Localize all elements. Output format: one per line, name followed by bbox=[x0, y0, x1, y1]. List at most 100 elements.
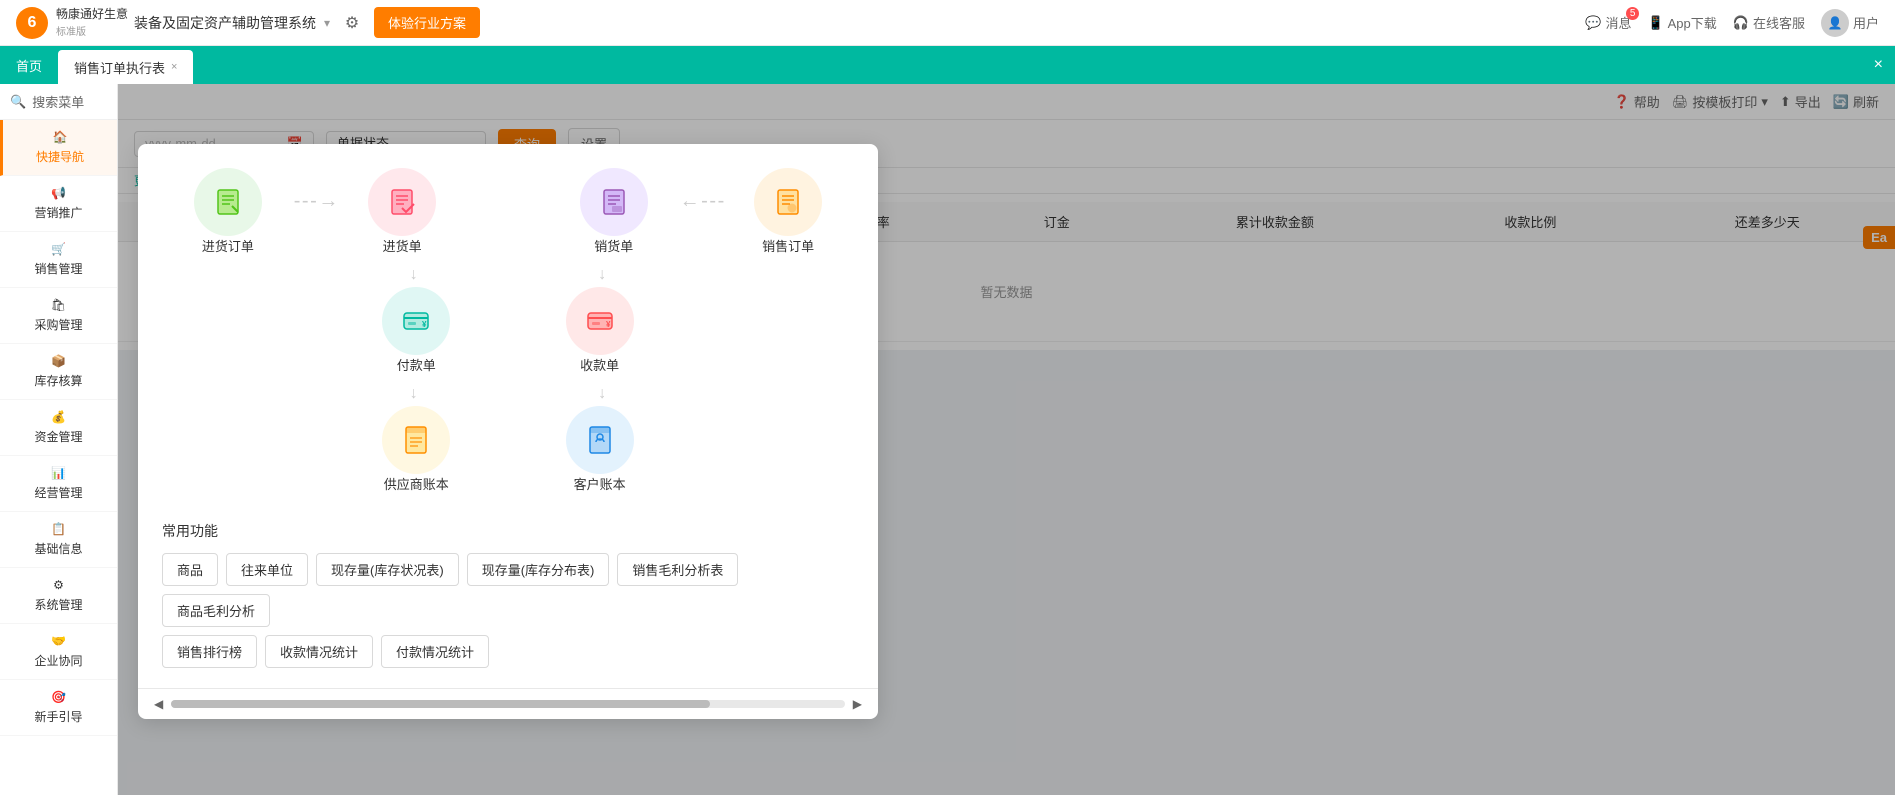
active-tab-label: 销售订单执行表 bbox=[74, 58, 165, 77]
operations-icon: 📊 bbox=[51, 466, 66, 480]
modal-overlay: 进货订单 - - - → bbox=[118, 84, 1895, 795]
purchase-order-label: 进货订单 bbox=[202, 236, 254, 255]
common-btn-receipt-stat[interactable]: 收款情况统计 bbox=[265, 635, 373, 668]
online-service-label: 在线客服 bbox=[1753, 13, 1805, 32]
common-buttons: 商品 往来单位 现存量(库存状况表) 现存量(库存分布表) 销售毛利分析表 商品… bbox=[162, 553, 854, 627]
message-action[interactable]: 💬 消息 5 bbox=[1585, 13, 1631, 32]
sidebar: 🔍 搜索菜单 🏠 快捷导航 📢 营销推广 🛒 销售管理 🛍 采购管理 📦 bbox=[0, 84, 118, 795]
online-service-action[interactable]: 🎧 在线客服 bbox=[1733, 13, 1805, 32]
common-btn-partner[interactable]: 往来单位 bbox=[226, 553, 308, 586]
tab-bar: 首页 销售订单执行表 × × bbox=[0, 46, 1895, 84]
receipt-order-circle[interactable]: ¥ bbox=[566, 287, 634, 355]
common-btn-stock-dist[interactable]: 现存量(库存分布表) bbox=[467, 553, 610, 586]
sidebar-label-system: 系统管理 bbox=[34, 596, 82, 613]
message-badge: 5 bbox=[1626, 7, 1640, 20]
modal-scroll-bar: ◀ ▶ bbox=[138, 688, 878, 719]
logo-icon: 6 bbox=[16, 7, 48, 39]
customer-account-label: 客户账本 bbox=[574, 474, 626, 493]
flow-customer-account: 客户账本 bbox=[566, 406, 634, 493]
supplier-account-circle[interactable] bbox=[382, 406, 450, 474]
experience-button[interactable]: 体验行业方案 bbox=[374, 7, 480, 38]
sidebar-label-operations: 经营管理 bbox=[34, 484, 82, 501]
sales-bill-label: 销货单 bbox=[594, 236, 633, 255]
sidebar-item-enterprise[interactable]: 🤝 企业协同 bbox=[0, 624, 117, 680]
flow-supplier-account: 供应商账本 bbox=[382, 406, 450, 493]
payment-order-label: 付款单 bbox=[397, 355, 436, 374]
system-name: 装备及固定资产辅助管理系统 bbox=[134, 13, 316, 33]
user-name: 用户 bbox=[1853, 13, 1879, 32]
app-wrapper: 6 畅康通好生意 标准版 装备及固定资产辅助管理系统 ▾ ⚙ 体验行业方案 💬 … bbox=[0, 0, 1895, 795]
common-buttons-row2: 销售排行榜 收款情况统计 付款情况统计 bbox=[162, 635, 854, 668]
flow-purchase-bill: 进货单 bbox=[368, 168, 436, 255]
flow-purchase-order: 进货订单 bbox=[194, 168, 262, 255]
sidebar-item-operations[interactable]: 📊 经营管理 bbox=[0, 456, 117, 512]
sales-order-circle[interactable] bbox=[754, 168, 822, 236]
arrow-down-pb: ↓ bbox=[374, 263, 454, 287]
sidebar-item-marketing[interactable]: 📢 营销推广 bbox=[0, 176, 117, 232]
flow-area: 进货订单 - - - → bbox=[138, 144, 878, 521]
headset-icon: 🎧 bbox=[1733, 15, 1749, 31]
sales-bill-circle[interactable] bbox=[580, 168, 648, 236]
sidebar-item-purchase[interactable]: 🛍 采购管理 bbox=[0, 288, 117, 344]
sidebar-label-enterprise: 企业协同 bbox=[34, 652, 82, 669]
scroll-track[interactable] bbox=[171, 700, 845, 708]
common-section: 常用功能 商品 往来单位 现存量(库存状况表) 现存量(库存分布表) 销售毛利分… bbox=[138, 521, 878, 688]
common-btn-payment-stat[interactable]: 付款情况统计 bbox=[381, 635, 489, 668]
sidebar-item-inventory[interactable]: 📦 库存核算 bbox=[0, 344, 117, 400]
flow-payment-order: ¥ 付款单 bbox=[382, 287, 450, 374]
purchase-icon: 🛍 bbox=[51, 298, 66, 312]
system-dropdown-icon[interactable]: ▾ bbox=[324, 16, 330, 30]
sidebar-label-sales: 销售管理 bbox=[34, 260, 82, 277]
tab-close-icon[interactable]: × bbox=[171, 61, 177, 73]
modal-box: 进货订单 - - - → bbox=[138, 144, 878, 719]
common-btn-sales-rank[interactable]: 销售排行榜 bbox=[162, 635, 257, 668]
flow-receipt-order: ¥ 收款单 bbox=[566, 287, 634, 374]
common-btn-product[interactable]: 商品 bbox=[162, 553, 218, 586]
sidebar-item-newbie[interactable]: 🎯 新手引导 bbox=[0, 680, 117, 736]
enterprise-icon: 🤝 bbox=[51, 634, 66, 648]
sales-icon: 🛒 bbox=[51, 242, 66, 256]
home-tab-label: 首页 bbox=[16, 56, 42, 75]
finance-icon: 💰 bbox=[51, 410, 66, 424]
common-btn-stock-status[interactable]: 现存量(库存状况表) bbox=[316, 553, 459, 586]
scroll-left-arrow[interactable]: ◀ bbox=[154, 697, 163, 711]
purchase-bill-label: 进货单 bbox=[383, 236, 422, 255]
system-icon: ⚙ bbox=[53, 578, 64, 592]
purchase-bill-circle[interactable] bbox=[368, 168, 436, 236]
settings-icon[interactable]: ⚙ bbox=[338, 9, 366, 37]
tab-home[interactable]: 首页 bbox=[0, 46, 58, 84]
arrow-po-pb: - - - → bbox=[294, 190, 337, 233]
sidebar-item-sales[interactable]: 🛒 销售管理 bbox=[0, 232, 117, 288]
purchase-order-circle[interactable] bbox=[194, 168, 262, 236]
top-bar-right: 💬 消息 5 📱 App下载 🎧 在线客服 👤 用户 bbox=[1585, 9, 1879, 37]
sidebar-label-purchase: 采购管理 bbox=[34, 316, 82, 333]
search-label: 搜索菜单 bbox=[32, 92, 84, 111]
tab-bar-close-icon[interactable]: × bbox=[1874, 56, 1883, 74]
payment-order-circle[interactable]: ¥ bbox=[382, 287, 450, 355]
user-avatar: 👤 bbox=[1821, 9, 1849, 37]
sidebar-item-quick-nav[interactable]: 🏠 快捷导航 bbox=[0, 120, 117, 176]
newbie-icon: 🎯 bbox=[51, 690, 66, 704]
basic-icon: 📋 bbox=[51, 522, 66, 536]
app-download-action[interactable]: 📱 App下载 bbox=[1647, 13, 1716, 32]
inventory-icon: 📦 bbox=[51, 354, 66, 368]
arrow-down-so: ↓ bbox=[562, 263, 642, 287]
sidebar-item-finance[interactable]: 💰 资金管理 bbox=[0, 400, 117, 456]
supplier-account-label: 供应商账本 bbox=[384, 474, 449, 493]
sidebar-label-basic: 基础信息 bbox=[34, 540, 82, 557]
arrow-sb-so: ← - - - bbox=[680, 190, 723, 233]
common-btn-sales-margin[interactable]: 销售毛利分析表 bbox=[617, 553, 738, 586]
logo-sub: 标准版 bbox=[56, 23, 128, 38]
customer-account-circle[interactable] bbox=[566, 406, 634, 474]
common-btn-product-margin[interactable]: 商品毛利分析 bbox=[162, 594, 270, 627]
user-action[interactable]: 👤 用户 bbox=[1821, 9, 1879, 37]
sidebar-label-quick-nav: 快捷导航 bbox=[36, 148, 84, 165]
sidebar-label-marketing: 营销推广 bbox=[34, 204, 82, 221]
sidebar-search[interactable]: 🔍 搜索菜单 bbox=[0, 84, 117, 120]
sidebar-label-inventory: 库存核算 bbox=[34, 372, 82, 389]
scroll-right-arrow[interactable]: ▶ bbox=[853, 697, 862, 711]
tab-sales-order[interactable]: 销售订单执行表 × bbox=[58, 50, 193, 84]
sidebar-item-system[interactable]: ⚙ 系统管理 bbox=[0, 568, 117, 624]
sidebar-label-finance: 资金管理 bbox=[34, 428, 82, 445]
sidebar-item-basic[interactable]: 📋 基础信息 bbox=[0, 512, 117, 568]
